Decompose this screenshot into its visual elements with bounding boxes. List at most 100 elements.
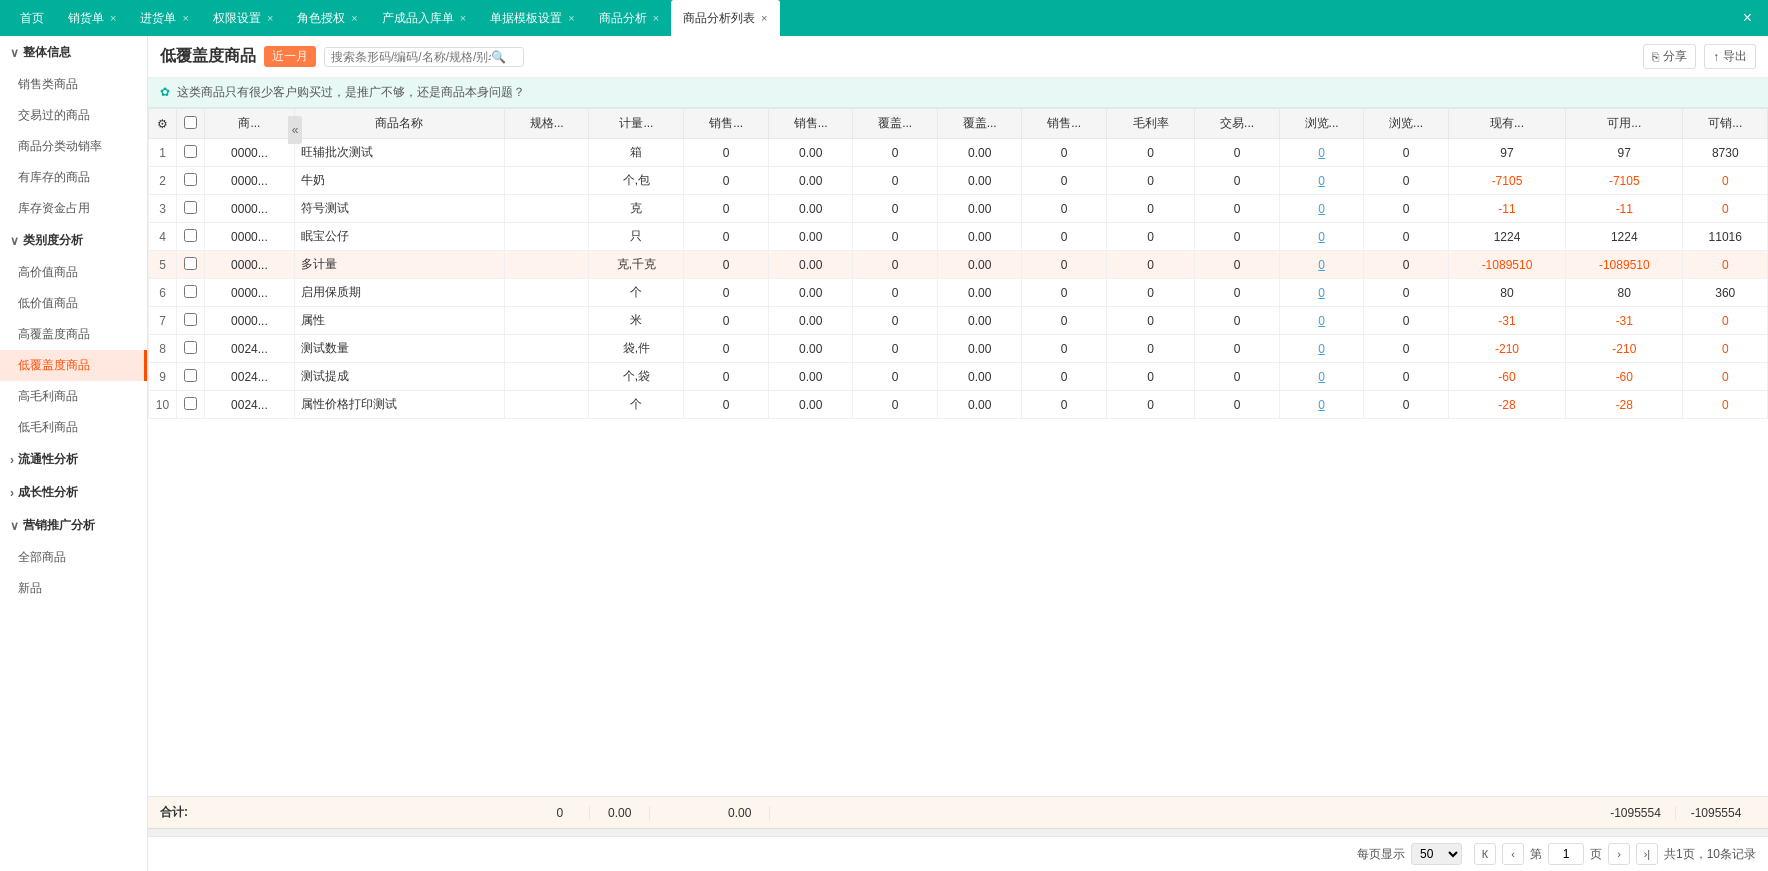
horizontal-scrollbar[interactable] [148,828,1768,836]
row-checkbox-cell[interactable] [177,139,205,167]
nav-item-production[interactable]: 产成品入库单 × [370,0,478,36]
row-checkbox-cell[interactable] [177,167,205,195]
row-browse1[interactable]: 0 [1279,391,1364,419]
sidebar-item-low-coverage[interactable]: 低覆盖度商品 [0,350,147,381]
col-current[interactable]: 现有... [1448,109,1565,139]
row-browse1[interactable]: 0 [1279,195,1364,223]
row-browse1[interactable]: 0 [1279,363,1364,391]
close-analysis-list-icon[interactable]: × [761,12,767,24]
sidebar-item-high-value[interactable]: 高价值商品 [0,257,147,288]
col-coverage2[interactable]: 覆盖... [937,109,1022,139]
col-gear[interactable]: ⚙ [149,109,177,139]
sidebar-item-category-rate[interactable]: 商品分类动销率 [0,131,147,162]
col-coverage1[interactable]: 覆盖... [853,109,938,139]
row-browse1[interactable]: 0 [1279,335,1364,363]
nav-item-analysis-list[interactable]: 商品分析列表 × [671,0,779,36]
close-analysis-icon[interactable]: × [653,12,659,24]
col-name[interactable]: 商品名称 [294,109,504,139]
row-checkbox[interactable] [184,341,197,354]
col-unit[interactable]: 计量... [589,109,684,139]
col-browse1[interactable]: 浏览... [1279,109,1364,139]
sidebar-item-in-stock[interactable]: 有库存的商品 [0,162,147,193]
sidebar-item-traded-goods[interactable]: 交易过的商品 [0,100,147,131]
close-all-button[interactable]: × [1735,5,1760,31]
row-checkbox[interactable] [184,257,197,270]
sidebar-item-low-value[interactable]: 低价值商品 [0,288,147,319]
search-input[interactable] [331,50,491,64]
sidebar-section-category[interactable]: ∨ 类别度分析 [0,224,147,257]
col-spec[interactable]: 规格... [504,109,589,139]
next-page-button[interactable]: › [1608,843,1630,865]
row-checkbox-cell[interactable] [177,223,205,251]
share-button[interactable]: ⎘ 分享 [1643,44,1696,69]
close-template-icon[interactable]: × [568,12,574,24]
close-role-icon[interactable]: × [351,12,357,24]
nav-item-role[interactable]: 角色授权 × [285,0,369,36]
sidebar-item-sales-goods[interactable]: 销售类商品 [0,69,147,100]
row-checkbox[interactable] [184,369,197,382]
time-filter-button[interactable]: 近一月 [264,46,316,67]
row-browse1[interactable]: 0 [1279,223,1364,251]
row-browse1[interactable]: 0 [1279,307,1364,335]
row-browse1[interactable]: 0 [1279,167,1364,195]
row-checkbox[interactable] [184,229,197,242]
total-current: -1095554 [1596,806,1676,820]
sidebar-section-marketing[interactable]: ∨ 营销推广分析 [0,509,147,542]
prev-page-button[interactable]: ‹ [1502,843,1524,865]
row-checkbox[interactable] [184,173,197,186]
row-checkbox[interactable] [184,397,197,410]
sidebar-section-overall[interactable]: ∨ 整体信息 [0,36,147,69]
nav-item-analysis[interactable]: 商品分析 × [587,0,671,36]
gear-icon[interactable]: ⚙ [157,117,168,131]
row-checkbox-cell[interactable] [177,335,205,363]
select-all-checkbox[interactable] [184,116,197,129]
sidebar-item-stock-capital[interactable]: 库存资金占用 [0,193,147,224]
search-icon[interactable]: 🔍 [491,50,506,64]
row-checkbox[interactable] [184,285,197,298]
col-available[interactable]: 可用... [1566,109,1683,139]
sidebar-collapse-button[interactable]: « [288,116,302,144]
col-sales3[interactable]: 销售... [1022,109,1107,139]
page-number-input[interactable] [1548,843,1584,865]
row-checkbox[interactable] [184,313,197,326]
close-permission-icon[interactable]: × [267,12,273,24]
export-button[interactable]: ↑ 导出 [1704,44,1756,69]
nav-item-home[interactable]: 首页 [8,0,56,36]
row-browse1[interactable]: 0 [1279,139,1364,167]
row-checkbox-cell[interactable] [177,195,205,223]
col-gross-margin[interactable]: 毛利率 [1106,109,1194,139]
col-sellable[interactable]: 可销... [1683,109,1768,139]
nav-item-sales[interactable]: 销货单 × [56,0,128,36]
col-trade[interactable]: 交易... [1195,109,1280,139]
row-checkbox-cell[interactable] [177,251,205,279]
sidebar-section-growth[interactable]: › 成长性分析 [0,476,147,509]
col-code[interactable]: 商... [205,109,295,139]
col-sales1[interactable]: 销售... [684,109,769,139]
close-production-icon[interactable]: × [460,12,466,24]
row-checkbox-cell[interactable] [177,279,205,307]
row-checkbox-cell[interactable] [177,391,205,419]
nav-item-template[interactable]: 单据模板设置 × [478,0,586,36]
sidebar-item-high-margin[interactable]: 高毛利商品 [0,381,147,412]
nav-item-permission[interactable]: 权限设置 × [201,0,285,36]
col-browse2[interactable]: 浏览... [1364,109,1449,139]
nav-item-purchase[interactable]: 进货单 × [128,0,200,36]
sidebar-section-flow[interactable]: › 流通性分析 [0,443,147,476]
col-sales2[interactable]: 销售... [768,109,853,139]
sidebar-item-all-goods[interactable]: 全部商品 [0,542,147,573]
sidebar-item-new-goods[interactable]: 新品 [0,573,147,604]
first-page-button[interactable]: К [1474,843,1496,865]
close-sales-icon[interactable]: × [110,12,116,24]
last-page-button[interactable]: ›| [1636,843,1658,865]
sidebar-item-high-coverage[interactable]: 高覆盖度商品 [0,319,147,350]
row-checkbox[interactable] [184,201,197,214]
page-size-select[interactable]: 50 100 200 [1411,843,1462,865]
sidebar-item-low-margin[interactable]: 低毛利商品 [0,412,147,443]
col-checkbox[interactable] [177,109,205,139]
row-browse1[interactable]: 0 [1279,279,1364,307]
close-purchase-icon[interactable]: × [182,12,188,24]
row-checkbox-cell[interactable] [177,363,205,391]
row-checkbox[interactable] [184,145,197,158]
row-browse1[interactable]: 0 [1279,251,1364,279]
row-checkbox-cell[interactable] [177,307,205,335]
